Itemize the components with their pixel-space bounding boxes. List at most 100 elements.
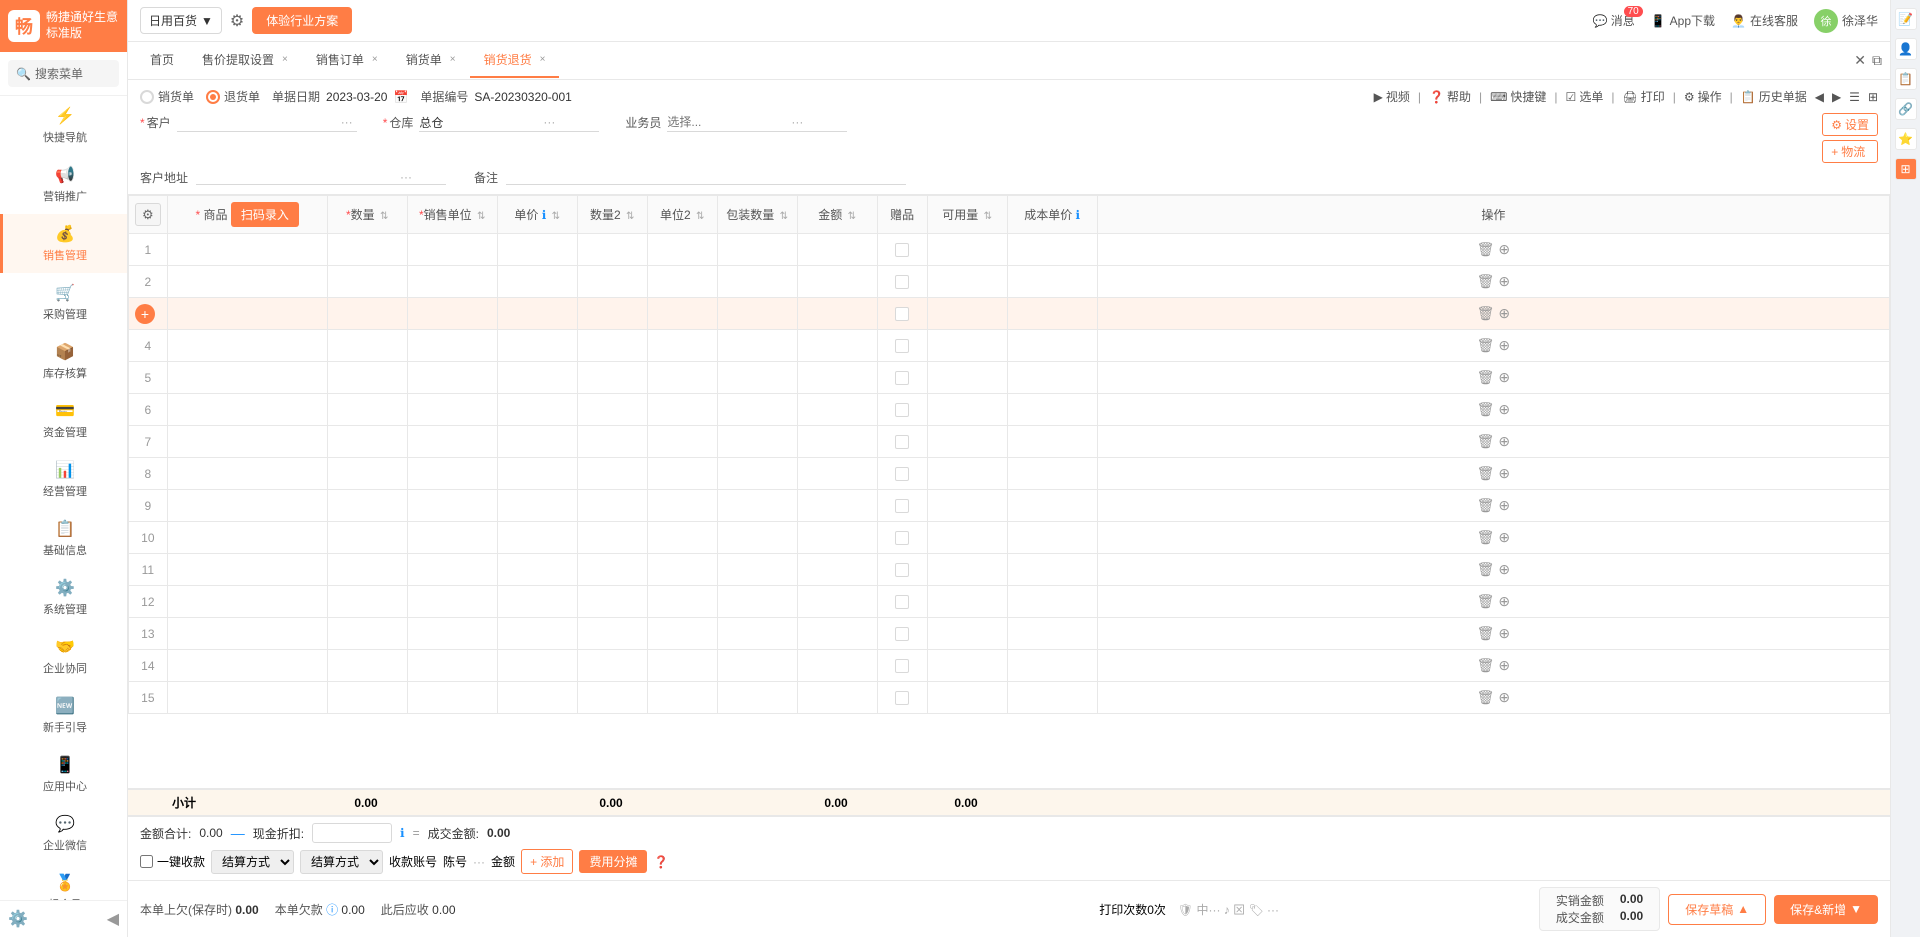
qty2-cell[interactable] [577, 266, 647, 298]
gift-checkbox[interactable] [895, 371, 909, 385]
unit-price-cell[interactable] [497, 586, 577, 618]
product-cell[interactable] [167, 682, 327, 714]
gift-checkbox[interactable] [895, 499, 909, 513]
list-view-btn[interactable]: ☰ [1849, 90, 1860, 104]
delete-row-btn[interactable]: 🗑 [1477, 433, 1495, 450]
qty-cell[interactable] [327, 618, 407, 650]
copy-row-btn[interactable]: ⊕ [1498, 401, 1510, 418]
available-sort-icon[interactable]: ⇅ [984, 211, 992, 222]
unit2-cell[interactable] [647, 234, 717, 266]
product-cell[interactable] [167, 330, 327, 362]
cost-price-cell[interactable] [1007, 298, 1097, 330]
qty-cell[interactable] [327, 234, 407, 266]
product-cell[interactable] [167, 618, 327, 650]
sidebar-item-newuser[interactable]: 🆕 新手引导 [0, 686, 127, 745]
warehouse-input[interactable] [419, 115, 539, 129]
radio-sales[interactable]: 销货单 [140, 88, 194, 105]
qty2-cell[interactable] [577, 298, 647, 330]
available-cell[interactable] [927, 266, 1007, 298]
sales-unit-cell[interactable] [407, 554, 497, 586]
cost-price-cell[interactable] [1007, 394, 1097, 426]
qty-sort-icon[interactable]: ⇅ [380, 211, 388, 222]
unit2-cell[interactable] [647, 554, 717, 586]
user-profile[interactable]: 徐 徐泽华 [1814, 9, 1878, 33]
amount-cell[interactable] [797, 298, 877, 330]
address-input-wrapper[interactable]: ··· [196, 170, 446, 185]
collapse-btn[interactable]: ◀ [107, 909, 119, 929]
sales-unit-cell[interactable] [407, 522, 497, 554]
settings-btn[interactable]: ⚙ 设置 [1822, 113, 1878, 136]
search-menu-button[interactable]: 🔍 搜索菜单 [8, 60, 119, 87]
calendar-icon[interactable]: 📅 [393, 90, 408, 104]
unit2-cell[interactable] [647, 586, 717, 618]
gift-checkbox[interactable] [895, 563, 909, 577]
tab-price-settings[interactable]: 售价提取设置 × [188, 43, 302, 78]
copy-row-btn[interactable]: ⊕ [1498, 593, 1510, 610]
copy-row-btn[interactable]: ⊕ [1498, 529, 1510, 546]
available-cell[interactable] [927, 298, 1007, 330]
product-cell[interactable] [167, 266, 327, 298]
product-cell[interactable] [167, 650, 327, 682]
delete-row-btn[interactable]: 🗑 [1477, 593, 1495, 610]
sales-unit-cell[interactable] [407, 234, 497, 266]
unit2-cell[interactable] [647, 618, 717, 650]
unit2-cell[interactable] [647, 682, 717, 714]
copy-row-btn[interactable]: ⊕ [1498, 305, 1510, 322]
pack-qty-cell[interactable] [717, 522, 797, 554]
cost-price-cell[interactable] [1007, 554, 1097, 586]
gift-checkbox[interactable] [895, 659, 909, 673]
gift-cell[interactable] [877, 362, 927, 394]
qty-cell[interactable] [327, 298, 407, 330]
copy-row-btn[interactable]: ⊕ [1498, 337, 1510, 354]
unit2-cell[interactable] [647, 394, 717, 426]
gift-checkbox[interactable] [895, 627, 909, 641]
scan-input-btn[interactable]: 扫码录入 [231, 202, 299, 227]
qty-cell[interactable] [327, 362, 407, 394]
copy-row-btn[interactable]: ⊕ [1498, 273, 1510, 290]
cost-price-cell[interactable] [1007, 266, 1097, 298]
right-sidebar-btn-6[interactable]: ⊞ [1895, 158, 1917, 180]
prev-bill-btn[interactable]: ◀ [1815, 90, 1824, 104]
sidebar-item-operations[interactable]: 📊 经营管理 [0, 450, 127, 509]
cost-price-cell[interactable] [1007, 234, 1097, 266]
unit-price-cell[interactable] [497, 266, 577, 298]
amount-cell[interactable] [797, 426, 877, 458]
amount-cell[interactable] [797, 586, 877, 618]
sidebar-item-enterprise[interactable]: 🤝 企业协同 [0, 627, 127, 686]
app-download-btn[interactable]: 📱 App下载 [1651, 12, 1715, 29]
sales-unit-cell[interactable] [407, 650, 497, 682]
right-sidebar-btn-5[interactable]: ⭐ [1895, 128, 1917, 150]
logistics-btn[interactable]: + 物流 [1822, 140, 1878, 163]
gift-cell[interactable] [877, 554, 927, 586]
gift-checkbox[interactable] [895, 531, 909, 545]
available-cell[interactable] [927, 522, 1007, 554]
sales-unit-cell[interactable] [407, 682, 497, 714]
delete-row-btn[interactable]: 🗑 [1477, 401, 1495, 418]
qty-cell[interactable] [327, 426, 407, 458]
unit2-cell[interactable] [647, 650, 717, 682]
save-draft-btn[interactable]: 保存草稿 ▲ [1668, 894, 1766, 925]
delete-row-btn[interactable]: 🗑 [1477, 273, 1495, 290]
pack-qty-cell[interactable] [717, 426, 797, 458]
unit-price-cell[interactable] [497, 490, 577, 522]
detail-view-btn[interactable]: ⊞ [1868, 90, 1878, 104]
amount-cell[interactable] [797, 394, 877, 426]
sidebar-item-wechat[interactable]: 💬 企业微信 [0, 804, 127, 863]
remark-input[interactable] [506, 170, 906, 184]
info-icon[interactable]: ℹ [400, 826, 405, 840]
cost-price-cell[interactable] [1007, 362, 1097, 394]
cost-price-info-icon[interactable]: ℹ [1076, 208, 1081, 222]
qty2-cell[interactable] [577, 234, 647, 266]
qty2-cell[interactable] [577, 522, 647, 554]
message-btn[interactable]: 💬 消息 70 [1593, 12, 1635, 29]
gift-cell[interactable] [877, 266, 927, 298]
address-input[interactable] [196, 170, 396, 184]
pack-qty-cell[interactable] [717, 234, 797, 266]
sales-unit-cell[interactable] [407, 458, 497, 490]
select-btn[interactable]: ☑ 选单 [1566, 88, 1604, 105]
cost-price-cell[interactable] [1007, 682, 1097, 714]
sales-unit-cell[interactable] [407, 330, 497, 362]
gift-cell[interactable] [877, 682, 927, 714]
delete-row-btn[interactable]: 🗑 [1477, 465, 1495, 482]
sidebar-item-quick-nav[interactable]: ⚡ 快捷导航 [0, 96, 127, 155]
